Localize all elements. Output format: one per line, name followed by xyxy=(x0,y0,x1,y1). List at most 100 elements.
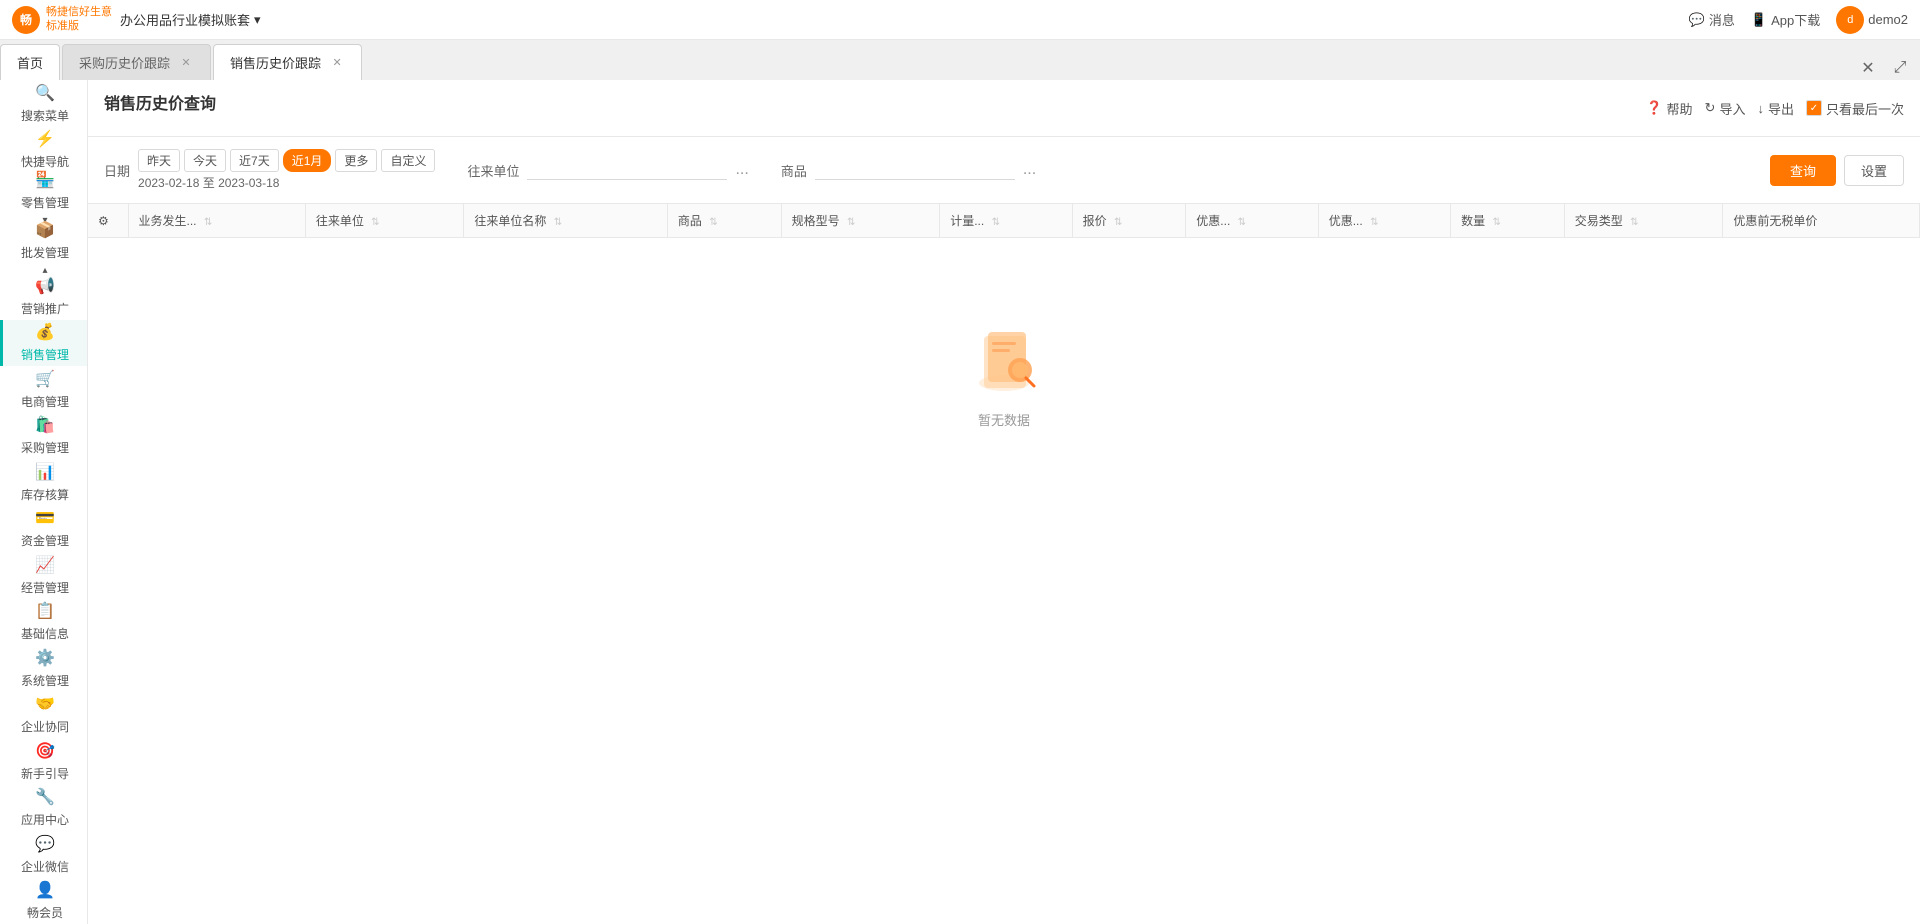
th-settings[interactable]: ⚙ xyxy=(88,204,128,238)
th-biz-date[interactable]: 业务发生... ⇅ xyxy=(128,204,305,238)
ecommerce-icon: 🛒 xyxy=(35,369,55,389)
close-all-tabs-icon[interactable]: ✕ xyxy=(1856,56,1880,80)
tab-bar-right: ✕ ⤢ xyxy=(1856,56,1920,80)
last-only-checkbox-area[interactable]: ✓ 只看最后一次 xyxy=(1806,99,1904,118)
export-icon: ↓ xyxy=(1757,101,1764,116)
empty-state: 暂无数据 xyxy=(88,238,1920,509)
system-icon: ⚙️ xyxy=(35,648,55,668)
message-btn[interactable]: 💬 消息 xyxy=(1689,10,1735,29)
th-trade-type[interactable]: 交易类型 ⇅ xyxy=(1564,204,1723,238)
sidebar-item-operations[interactable]: 📈 经营管理 xyxy=(0,552,87,599)
tab-sales-history-label: 销售历史价跟踪 xyxy=(230,53,321,72)
sort-arrows-discount2[interactable]: ⇅ xyxy=(1370,217,1378,228)
tab-purchase-history-close[interactable]: ✕ xyxy=(178,55,194,71)
sidebar-item-purchase[interactable]: 🛍️ 采购管理 xyxy=(0,413,87,460)
goods-dots[interactable]: ... xyxy=(1023,161,1036,179)
th-discount1[interactable]: 优惠... ⇅ xyxy=(1186,204,1318,238)
sidebar-item-enterprise[interactable]: 🤝 企业协同 xyxy=(0,692,87,739)
date-btn-custom[interactable]: 自定义 xyxy=(381,149,435,172)
filter-bar: 日期 昨天 今天 近7天 近1月 更多 自定义 2023-02-18 至 202… xyxy=(88,137,1920,204)
date-btn-1month[interactable]: 近1月 xyxy=(283,149,332,172)
sidebar-item-wholesale[interactable]: 📦 批发管理 ▴ xyxy=(0,223,87,273)
sidebar-item-system[interactable]: ⚙️ 系统管理 xyxy=(0,645,87,692)
sort-arrows-quote[interactable]: ⇅ xyxy=(1114,217,1122,228)
query-button[interactable]: 查询 xyxy=(1770,155,1836,186)
tab-bar: 首页 采购历史价跟踪 ✕ 销售历史价跟踪 ✕ ✕ ⤢ xyxy=(0,40,1920,80)
partner-dots[interactable]: ... xyxy=(735,161,748,179)
import-btn[interactable]: ↻ 导入 xyxy=(1705,99,1746,118)
help-btn[interactable]: ❓ 帮助 xyxy=(1646,99,1692,118)
sidebar-item-basic-info[interactable]: 📋 基础信息 xyxy=(0,599,87,646)
operations-icon: 📈 xyxy=(35,555,55,575)
sidebar-item-wechat[interactable]: 💬 企业微信 xyxy=(0,831,87,878)
th-partner-name[interactable]: 往来单位名称 ⇅ xyxy=(464,204,668,238)
th-pretax-price[interactable]: 优惠前无税单价 xyxy=(1723,204,1920,238)
partner-input[interactable] xyxy=(527,160,727,180)
date-label: 日期 xyxy=(104,161,130,180)
content-area: 销售历史价查询 ❓ 帮助 ↻ 导入 ↓ 导出 ✓ 只看最后一次 xyxy=(88,80,1920,924)
page-title-row: 销售历史价查询 ❓ 帮助 ↻ 导入 ↓ 导出 ✓ 只看最后一次 xyxy=(88,80,1920,137)
sort-arrows-biz-date[interactable]: ⇅ xyxy=(204,217,212,228)
finance-icon: 💳 xyxy=(35,508,55,528)
top-bar-left: 畅 畅捷信好生意 标准版 办公用品行业模拟账套 ▾ xyxy=(12,6,261,34)
tab-purchase-history[interactable]: 采购历史价跟踪 ✕ xyxy=(62,44,211,80)
table-container: ⚙ 业务发生... ⇅ 往来单位 ⇅ 往来单位名称 ⇅ xyxy=(88,204,1920,924)
sort-arrows-quantity[interactable]: ⇅ xyxy=(1492,217,1500,228)
apps-icon: 🔧 xyxy=(35,787,55,807)
date-btn-yesterday[interactable]: 昨天 xyxy=(138,149,180,172)
tab-home[interactable]: 首页 xyxy=(0,44,60,80)
wechat-icon: 💬 xyxy=(35,834,55,854)
sort-arrows-spec[interactable]: ⇅ xyxy=(847,217,855,228)
logo-area: 畅 畅捷信好生意 标准版 xyxy=(12,6,112,34)
sidebar-item-inventory[interactable]: 📊 库存核算 xyxy=(0,459,87,506)
date-filter-group: 日期 昨天 今天 近7天 近1月 更多 自定义 2023-02-18 至 202… xyxy=(104,149,435,191)
sidebar-item-ecommerce[interactable]: 🛒 电商管理 xyxy=(0,366,87,413)
app-download-btn[interactable]: 📱 App下载 xyxy=(1751,10,1820,29)
date-btn-7days[interactable]: 近7天 xyxy=(230,149,279,172)
sidebar-item-marketing[interactable]: 📢 营销推广 xyxy=(0,273,87,320)
sidebar-item-quick-nav[interactable]: ⚡ 快捷导航 xyxy=(0,127,87,174)
app-selector[interactable]: 办公用品行业模拟账套 ▾ xyxy=(120,10,261,29)
goods-filter-group: 商品 ... xyxy=(781,160,1036,180)
th-partner-code[interactable]: 往来单位 ⇅ xyxy=(305,204,464,238)
search-icon: 🔍 xyxy=(35,83,55,103)
date-buttons: 昨天 今天 近7天 近1月 更多 自定义 xyxy=(138,149,435,172)
date-btn-today[interactable]: 今天 xyxy=(184,149,226,172)
last-only-checkbox[interactable]: ✓ xyxy=(1806,100,1822,116)
th-quote[interactable]: 报价 ⇅ xyxy=(1072,204,1186,238)
logo-text: 畅捷信好生意 标准版 xyxy=(46,6,112,32)
export-btn[interactable]: ↓ 导出 xyxy=(1757,99,1794,118)
tab-sales-history[interactable]: 销售历史价跟踪 ✕ xyxy=(213,44,362,80)
sidebar-item-sales-mgmt[interactable]: 💰 销售管理 xyxy=(0,320,87,367)
date-btn-more[interactable]: 更多 xyxy=(335,149,377,172)
sort-arrows-partner-name[interactable]: ⇅ xyxy=(554,217,562,228)
user-profile[interactable]: d demo2 xyxy=(1836,6,1908,34)
help-icon: ❓ xyxy=(1646,100,1662,116)
sidebar-item-search[interactable]: 🔍 搜索菜单 xyxy=(0,80,87,127)
sidebar-item-apps[interactable]: 🔧 应用中心 xyxy=(0,785,87,832)
goods-input[interactable] xyxy=(815,160,1015,180)
sort-arrows-trade-type[interactable]: ⇅ xyxy=(1630,217,1638,228)
empty-text: 暂无数据 xyxy=(978,410,1030,429)
chevron-down-icon: ▾ xyxy=(254,12,261,28)
sort-arrows-partner-code[interactable]: ⇅ xyxy=(371,217,379,228)
th-spec[interactable]: 规格型号 ⇅ xyxy=(781,204,940,238)
tab-sales-history-close[interactable]: ✕ xyxy=(329,55,345,71)
sidebar-item-retail[interactable]: 🏪 零售管理 ▾ xyxy=(0,173,87,223)
sidebar-item-finance[interactable]: 💳 资金管理 xyxy=(0,506,87,553)
avatar: d xyxy=(1836,6,1864,34)
filter-actions: 查询 设置 xyxy=(1770,155,1904,186)
sort-arrows-goods[interactable]: ⇅ xyxy=(709,217,717,228)
maximize-icon[interactable]: ⤢ xyxy=(1888,56,1912,80)
th-unit[interactable]: 计量... ⇅ xyxy=(940,204,1072,238)
th-goods[interactable]: 商品 ⇅ xyxy=(667,204,781,238)
tab-home-label: 首页 xyxy=(17,53,43,72)
sort-arrows-unit[interactable]: ⇅ xyxy=(992,217,1000,228)
th-discount2[interactable]: 优惠... ⇅ xyxy=(1318,204,1450,238)
sort-arrows-discount1[interactable]: ⇅ xyxy=(1238,217,1246,228)
sidebar-item-guide[interactable]: 🎯 新手引导 xyxy=(0,738,87,785)
setting-button[interactable]: 设置 xyxy=(1844,155,1904,186)
th-quantity[interactable]: 数量 ⇅ xyxy=(1451,204,1565,238)
sidebar-item-member[interactable]: 👤 畅会员 xyxy=(0,878,87,924)
retail-icon: 🏪 xyxy=(35,170,55,190)
